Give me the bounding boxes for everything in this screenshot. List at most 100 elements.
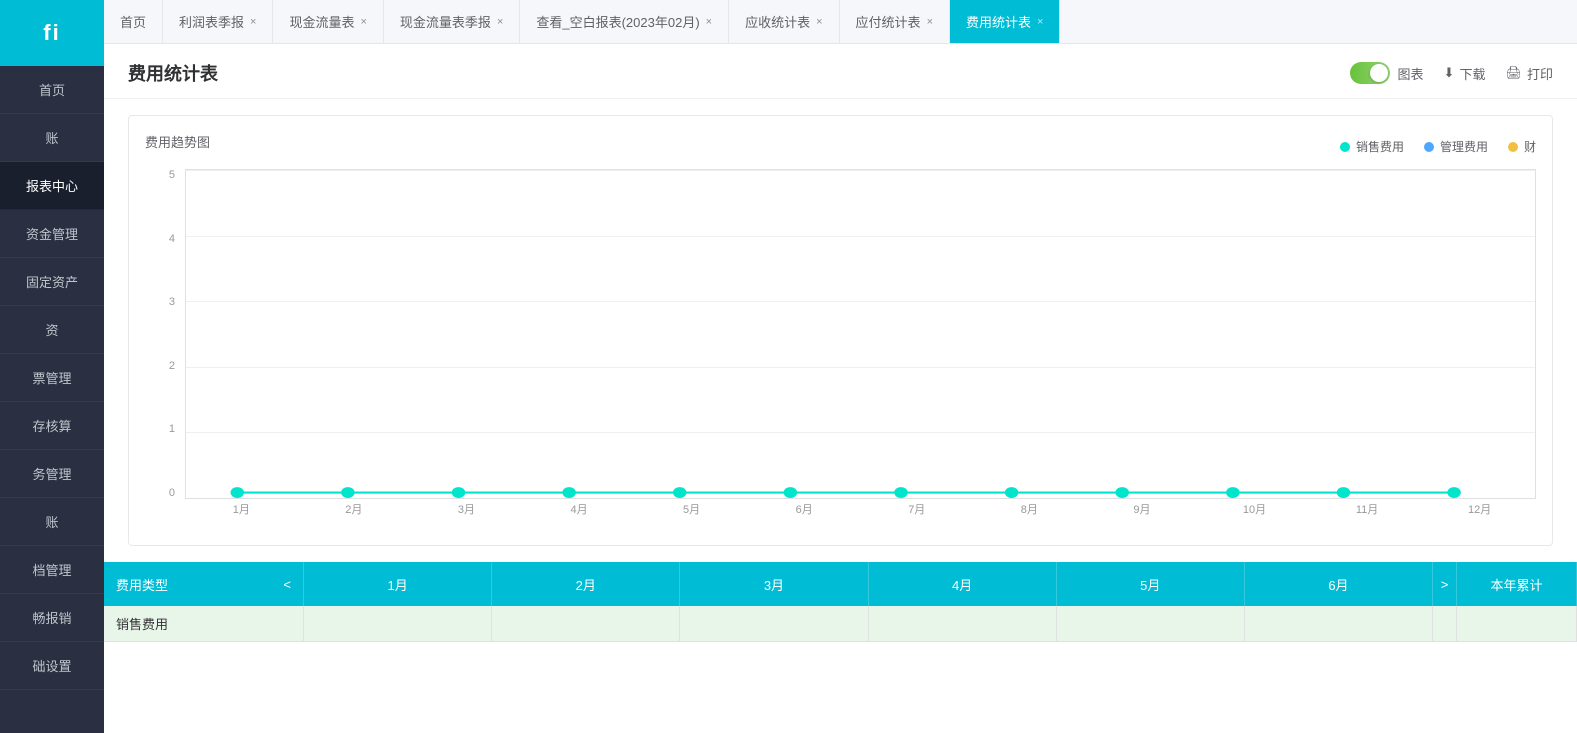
x-label-may: 5月 bbox=[635, 501, 748, 529]
chart-container: 5 4 3 2 1 0 bbox=[145, 169, 1536, 529]
sidebar-item-home[interactable]: 首页 bbox=[0, 66, 104, 114]
tab-bar: 首页 利润表季报 × 现金流量表 × 现金流量表季报 × 查看_空白报表(202… bbox=[104, 0, 1577, 44]
x-axis-labels: 1月 2月 3月 4月 5月 6月 7月 8月 9月 10月 11月 12月 bbox=[185, 501, 1536, 529]
tab-blank-report-close[interactable]: × bbox=[706, 16, 712, 28]
tab-profit-quarterly-close[interactable]: × bbox=[250, 16, 256, 28]
x-label-aug: 8月 bbox=[973, 501, 1086, 529]
legend-finance: 财 bbox=[1508, 138, 1536, 155]
y-label-1: 1 bbox=[145, 423, 181, 435]
dot-nov bbox=[1337, 487, 1350, 498]
tab-expense-stats-close[interactable]: × bbox=[1037, 16, 1043, 28]
legend-sales: 销售费用 bbox=[1340, 138, 1404, 155]
tab-cashflow-close[interactable]: × bbox=[360, 16, 366, 28]
download-icon: ⬇ bbox=[1444, 65, 1455, 81]
x-label-jan: 1月 bbox=[185, 501, 298, 529]
td-type-sales: 销售费用 bbox=[104, 606, 304, 641]
print-button[interactable]: 🖨 打印 bbox=[1505, 64, 1553, 83]
main-area: 首页 利润表季报 × 现金流量表 × 现金流量表季报 × 查看_空白报表(202… bbox=[104, 0, 1577, 733]
tab-blank-report[interactable]: 查看_空白报表(2023年02月) × bbox=[520, 0, 729, 44]
dot-jul bbox=[894, 487, 907, 498]
th-cumulative: 本年累计 bbox=[1457, 562, 1577, 606]
y-label-2: 2 bbox=[145, 360, 181, 372]
legend-sales-label: 销售费用 bbox=[1356, 138, 1404, 155]
sidebar-item-funds[interactable]: 资金管理 bbox=[0, 210, 104, 258]
sidebar-item-invoice[interactable]: 票管理 bbox=[0, 354, 104, 402]
td-mar-sales bbox=[680, 606, 868, 641]
th-nav-next[interactable]: > bbox=[1433, 562, 1457, 606]
x-label-oct: 10月 bbox=[1198, 501, 1311, 529]
tab-profit-quarterly[interactable]: 利润表季报 × bbox=[163, 0, 273, 44]
th-nav-prev[interactable]: < bbox=[283, 577, 291, 592]
td-nav-placeholder bbox=[1433, 606, 1457, 641]
print-label: 打印 bbox=[1527, 64, 1553, 83]
sidebar-item-services[interactable]: 务管理 bbox=[0, 450, 104, 498]
td-may-sales bbox=[1057, 606, 1245, 641]
th-apr: 4月 bbox=[869, 562, 1057, 606]
download-button[interactable]: ⬇ 下载 bbox=[1444, 64, 1486, 83]
chart-title: 费用趋势图 bbox=[145, 132, 210, 151]
x-label-feb: 2月 bbox=[298, 501, 411, 529]
sidebar-item-account[interactable]: 账 bbox=[0, 114, 104, 162]
dot-may bbox=[673, 487, 686, 498]
td-jan-sales bbox=[304, 606, 492, 641]
chart-section: 费用趋势图 销售费用 管理费用 财 bbox=[128, 115, 1553, 546]
sidebar-item-settings[interactable]: 础设置 bbox=[0, 642, 104, 690]
y-label-0: 0 bbox=[145, 487, 181, 499]
tab-blank-report-label: 查看_空白报表(2023年02月) bbox=[536, 12, 699, 31]
tab-cashflow-label: 现金流量表 bbox=[289, 12, 354, 31]
y-label-4: 4 bbox=[145, 233, 181, 245]
sidebar-item-ledger[interactable]: 账 bbox=[0, 498, 104, 546]
tab-payable-close[interactable]: × bbox=[927, 16, 933, 28]
chart-toggle-wrap: 图表 bbox=[1350, 62, 1424, 84]
page-title: 费用统计表 bbox=[128, 60, 218, 86]
tab-receivable-close[interactable]: × bbox=[816, 16, 822, 28]
dot-mar bbox=[452, 487, 465, 498]
tab-receivable[interactable]: 应收统计表 × bbox=[729, 0, 839, 44]
sidebar-item-reports[interactable]: 报表中心 bbox=[0, 162, 104, 210]
chart-toggle[interactable] bbox=[1350, 62, 1390, 84]
td-jun-sales bbox=[1245, 606, 1433, 641]
sidebar-item-resource[interactable]: 资 bbox=[0, 306, 104, 354]
y-label-3: 3 bbox=[145, 296, 181, 308]
tab-cashflow-quarterly[interactable]: 现金流量表季报 × bbox=[384, 0, 520, 44]
tab-cashflow-quarterly-close[interactable]: × bbox=[497, 16, 503, 28]
x-label-nov: 11月 bbox=[1311, 501, 1424, 529]
y-label-5: 5 bbox=[145, 169, 181, 181]
table-header-row: 费用类型 < 1月 2月 3月 4月 5月 6月 > 本年累计 bbox=[104, 562, 1577, 606]
tab-expense-stats-label: 费用统计表 bbox=[966, 12, 1031, 31]
chart-svg bbox=[186, 170, 1535, 498]
legend-sales-dot bbox=[1340, 142, 1350, 152]
th-type-label: 费用类型 bbox=[116, 575, 168, 594]
chart-legend: 销售费用 管理费用 财 bbox=[1340, 138, 1536, 155]
legend-admin-dot bbox=[1424, 142, 1434, 152]
dot-oct bbox=[1226, 487, 1239, 498]
dot-dec bbox=[1447, 487, 1460, 498]
th-feb: 2月 bbox=[492, 562, 680, 606]
dot-jun bbox=[784, 487, 797, 498]
tab-payable[interactable]: 应付统计表 × bbox=[840, 0, 950, 44]
x-label-jul: 7月 bbox=[860, 501, 973, 529]
header-actions: 图表 ⬇ 下载 🖨 打印 bbox=[1350, 62, 1553, 84]
tab-cashflow-quarterly-label: 现金流量表季报 bbox=[400, 12, 491, 31]
tab-expense-stats[interactable]: 费用统计表 × bbox=[950, 0, 1060, 44]
legend-admin-label: 管理费用 bbox=[1440, 138, 1488, 155]
download-label: 下载 bbox=[1459, 64, 1485, 83]
tab-receivable-label: 应收统计表 bbox=[745, 12, 810, 31]
x-label-mar: 3月 bbox=[410, 501, 523, 529]
sidebar-item-inventory[interactable]: 存核算 bbox=[0, 402, 104, 450]
tab-cashflow[interactable]: 现金流量表 × bbox=[273, 0, 383, 44]
td-feb-sales bbox=[492, 606, 680, 641]
td-apr-sales bbox=[869, 606, 1057, 641]
x-label-apr: 4月 bbox=[523, 501, 636, 529]
legend-finance-label: 财 bbox=[1524, 138, 1536, 155]
dot-apr bbox=[562, 487, 575, 498]
sidebar-item-assets[interactable]: 固定资产 bbox=[0, 258, 104, 306]
sidebar-item-archive[interactable]: 档管理 bbox=[0, 546, 104, 594]
tab-home[interactable]: 首页 bbox=[104, 0, 163, 44]
legend-admin: 管理费用 bbox=[1424, 138, 1488, 155]
tab-profit-quarterly-label: 利润表季报 bbox=[179, 12, 244, 31]
content-area: 费用统计表 图表 ⬇ 下载 🖨 打印 费用趋势图 bbox=[104, 44, 1577, 733]
tab-payable-label: 应付统计表 bbox=[856, 12, 921, 31]
sidebar-item-expense[interactable]: 畅报销 bbox=[0, 594, 104, 642]
sidebar: fi 首页 账 报表中心 资金管理 固定资产 资 票管理 存核算 务管理 账 档… bbox=[0, 0, 104, 733]
